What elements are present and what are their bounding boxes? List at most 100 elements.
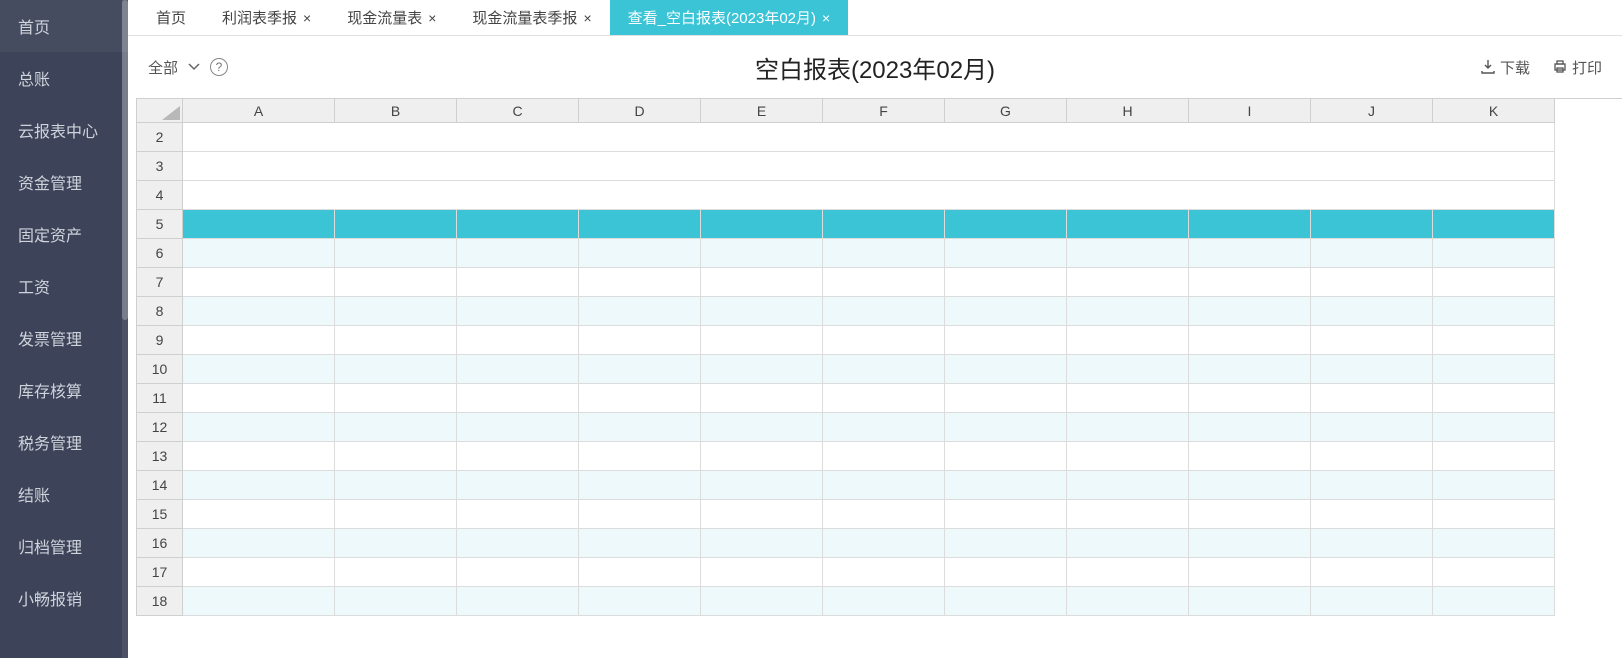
cell[interactable] — [183, 181, 335, 210]
cell[interactable] — [579, 123, 701, 152]
cell[interactable] — [1067, 181, 1189, 210]
cell[interactable] — [1189, 123, 1311, 152]
sidebar-item-ledger[interactable]: 总账 — [0, 52, 128, 104]
cell[interactable] — [945, 355, 1067, 384]
row-header[interactable]: 18 — [137, 587, 183, 616]
cell[interactable] — [1067, 239, 1189, 268]
cell[interactable] — [1067, 268, 1189, 297]
cell[interactable] — [1067, 529, 1189, 558]
cell[interactable] — [579, 152, 701, 181]
cell[interactable] — [1189, 152, 1311, 181]
cell[interactable] — [183, 210, 335, 239]
cell[interactable] — [183, 384, 335, 413]
row-header[interactable]: 3 — [137, 152, 183, 181]
cell[interactable] — [1189, 326, 1311, 355]
close-icon[interactable]: × — [428, 11, 436, 25]
cell[interactable] — [335, 384, 457, 413]
cell[interactable] — [1189, 529, 1311, 558]
sidebar-item-funds[interactable]: 资金管理 — [0, 156, 128, 208]
column-header[interactable]: G — [945, 99, 1067, 123]
cell[interactable] — [1189, 355, 1311, 384]
cell[interactable] — [1311, 442, 1433, 471]
cell[interactable] — [335, 529, 457, 558]
cell[interactable] — [457, 210, 579, 239]
cell[interactable] — [823, 587, 945, 616]
cell[interactable] — [1067, 442, 1189, 471]
cell[interactable] — [335, 500, 457, 529]
cell[interactable] — [335, 210, 457, 239]
cell[interactable] — [1311, 210, 1433, 239]
cell[interactable] — [701, 210, 823, 239]
close-icon[interactable]: × — [583, 11, 591, 25]
sidebar-item-salary[interactable]: 工资 — [0, 260, 128, 312]
tab-view-blank-report[interactable]: 查看_空白报表(2023年02月) × — [610, 0, 849, 35]
row-header[interactable]: 9 — [137, 326, 183, 355]
cell[interactable] — [823, 297, 945, 326]
cell[interactable] — [335, 152, 457, 181]
cell[interactable] — [701, 181, 823, 210]
cell[interactable] — [579, 384, 701, 413]
sidebar-item-cloud-reports[interactable]: 云报表中心 — [0, 104, 128, 156]
cell[interactable] — [1311, 529, 1433, 558]
cell[interactable] — [1067, 384, 1189, 413]
cell[interactable] — [335, 413, 457, 442]
cell[interactable] — [457, 355, 579, 384]
cell[interactable] — [579, 587, 701, 616]
cell[interactable] — [457, 384, 579, 413]
row-header[interactable]: 10 — [137, 355, 183, 384]
cell[interactable] — [1189, 442, 1311, 471]
cell[interactable] — [1433, 587, 1555, 616]
cell[interactable] — [701, 123, 823, 152]
cell[interactable] — [335, 268, 457, 297]
cell[interactable] — [1311, 384, 1433, 413]
cell[interactable] — [183, 529, 335, 558]
cell[interactable] — [823, 355, 945, 384]
row-header[interactable]: 16 — [137, 529, 183, 558]
cell[interactable] — [945, 500, 1067, 529]
column-header[interactable]: K — [1433, 99, 1555, 123]
cell[interactable] — [579, 297, 701, 326]
cell[interactable] — [945, 587, 1067, 616]
cell[interactable] — [945, 471, 1067, 500]
cell[interactable] — [1311, 500, 1433, 529]
cell[interactable] — [701, 297, 823, 326]
cell[interactable] — [335, 442, 457, 471]
cell[interactable] — [457, 123, 579, 152]
cell[interactable] — [335, 123, 457, 152]
cell[interactable] — [457, 558, 579, 587]
cell[interactable] — [1067, 471, 1189, 500]
cell[interactable] — [1311, 471, 1433, 500]
cell[interactable] — [579, 471, 701, 500]
cell[interactable] — [335, 326, 457, 355]
cell[interactable] — [1067, 297, 1189, 326]
cell[interactable] — [945, 326, 1067, 355]
cell[interactable] — [579, 413, 701, 442]
cell[interactable] — [183, 152, 335, 181]
column-header[interactable]: A — [183, 99, 335, 123]
cell[interactable] — [1433, 355, 1555, 384]
cell[interactable] — [1189, 268, 1311, 297]
cell[interactable] — [457, 529, 579, 558]
cell[interactable] — [1189, 413, 1311, 442]
cell[interactable] — [823, 210, 945, 239]
cell[interactable] — [701, 442, 823, 471]
cell[interactable] — [183, 587, 335, 616]
cell[interactable] — [823, 442, 945, 471]
cell[interactable] — [579, 558, 701, 587]
cell[interactable] — [823, 558, 945, 587]
row-header[interactable]: 2 — [137, 123, 183, 152]
cell[interactable] — [183, 268, 335, 297]
cell[interactable] — [183, 239, 335, 268]
cell[interactable] — [945, 384, 1067, 413]
column-header[interactable]: D — [579, 99, 701, 123]
cell[interactable] — [701, 239, 823, 268]
cell[interactable] — [1433, 442, 1555, 471]
cell[interactable] — [457, 326, 579, 355]
column-header[interactable]: E — [701, 99, 823, 123]
row-header[interactable]: 5 — [137, 210, 183, 239]
cell[interactable] — [945, 239, 1067, 268]
cell[interactable] — [823, 500, 945, 529]
cell[interactable] — [1433, 123, 1555, 152]
tab-home[interactable]: 首页 — [138, 0, 204, 35]
cell[interactable] — [1189, 210, 1311, 239]
